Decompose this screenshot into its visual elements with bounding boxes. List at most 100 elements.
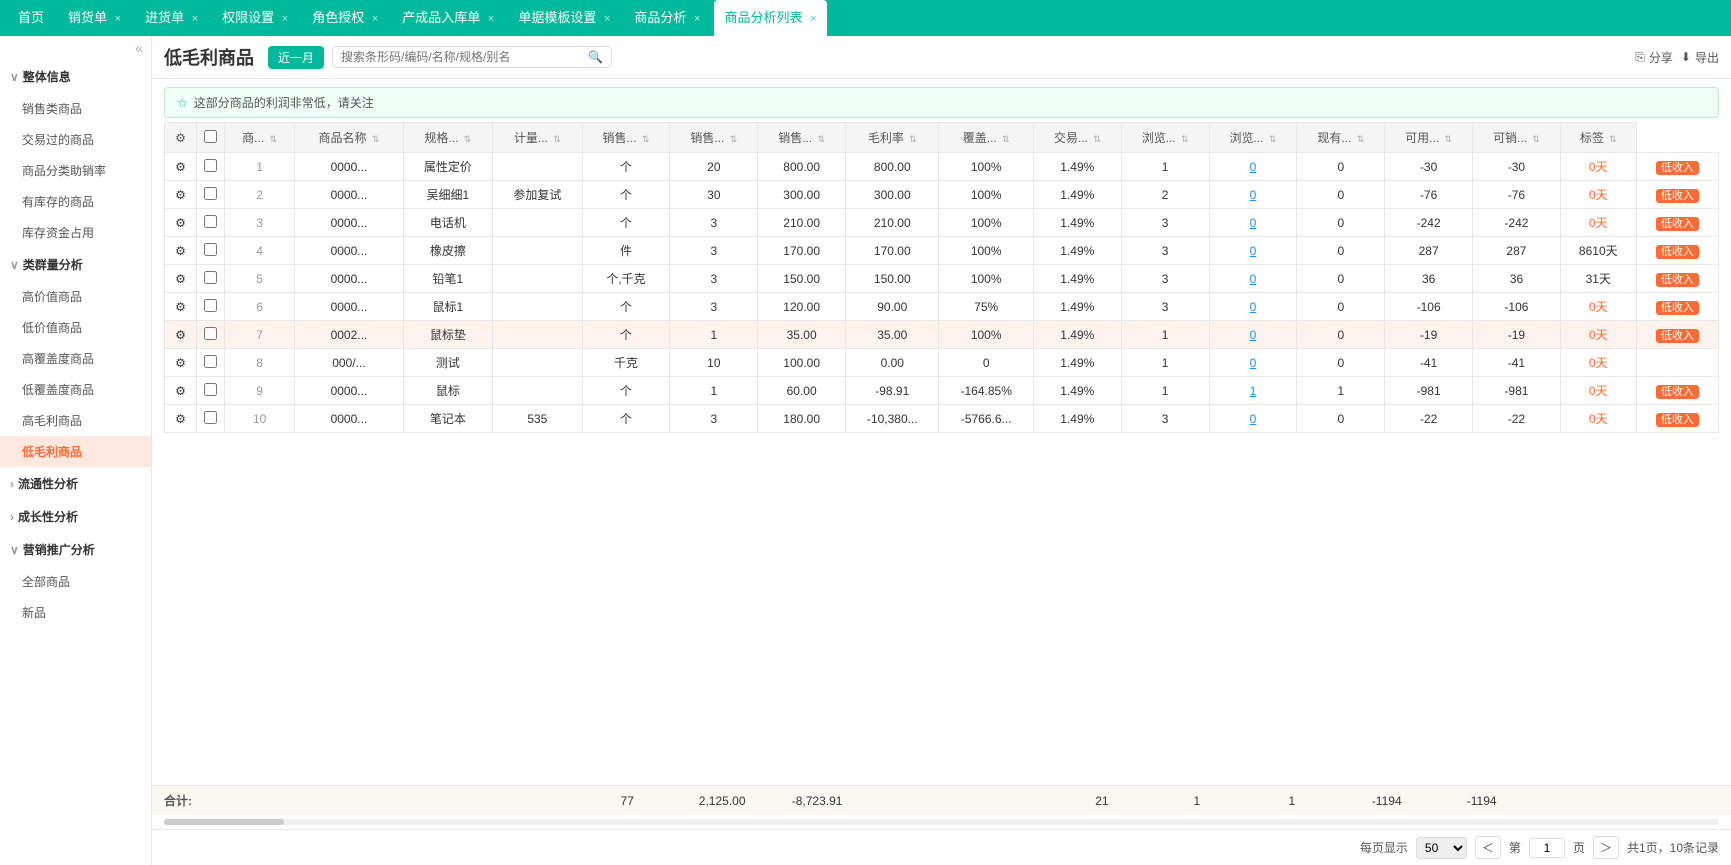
nav-product-entry[interactable]: 产成品入库单 × <box>392 0 504 36</box>
cell-browse1[interactable]: 0 <box>1209 293 1297 321</box>
col-browse1[interactable]: 浏览... ⇅ <box>1121 123 1209 153</box>
nav-sales[interactable]: 销货单 × <box>58 0 131 36</box>
cell-checkbox[interactable] <box>197 209 225 237</box>
sidebar-item-high-value[interactable]: 高价值商品 <box>0 281 151 312</box>
sidebar-item-low-margin[interactable]: 低毛利商品 <box>0 436 151 467</box>
col-sales-gross[interactable]: 销售... ⇅ <box>758 123 846 153</box>
settings-icon[interactable]: ⚙ <box>175 356 186 370</box>
cell-settings[interactable]: ⚙ <box>165 377 197 405</box>
cell-settings[interactable]: ⚙ <box>165 349 197 377</box>
horizontal-scrollbar[interactable] <box>164 819 1719 825</box>
close-icon[interactable]: × <box>604 13 610 25</box>
row-checkbox[interactable] <box>204 159 217 172</box>
close-icon[interactable]: × <box>115 13 121 25</box>
prev-page-button[interactable]: ＜ <box>1475 836 1501 859</box>
browse1-value[interactable]: 0 <box>1250 356 1257 370</box>
settings-icon[interactable]: ⚙ <box>175 216 186 230</box>
cell-browse1[interactable]: 0 <box>1209 209 1297 237</box>
cell-checkbox[interactable] <box>197 153 225 181</box>
search-input[interactable] <box>341 50 588 64</box>
sidebar-item-low-coverage[interactable]: 低覆盖度商品 <box>0 374 151 405</box>
col-trade[interactable]: 交易... ⇅ <box>1033 123 1121 153</box>
select-all-checkbox[interactable] <box>204 130 217 143</box>
date-filter-button[interactable]: 近一月 <box>268 46 324 69</box>
sidebar-item-low-value[interactable]: 低价值商品 <box>0 312 151 343</box>
per-page-select[interactable]: 50 20 100 <box>1416 837 1467 859</box>
cell-settings[interactable]: ⚙ <box>165 265 197 293</box>
browse1-value[interactable]: 0 <box>1250 160 1257 174</box>
settings-icon[interactable]: ⚙ <box>175 188 186 202</box>
cell-settings[interactable]: ⚙ <box>165 321 197 349</box>
browse1-value[interactable]: 0 <box>1250 328 1257 342</box>
sidebar-item-traded-goods[interactable]: 交易过的商品 <box>0 124 151 155</box>
row-checkbox[interactable] <box>204 243 217 256</box>
close-icon[interactable]: × <box>372 13 378 25</box>
col-browse2[interactable]: 浏览... ⇅ <box>1209 123 1297 153</box>
row-checkbox[interactable] <box>204 215 217 228</box>
cell-checkbox[interactable] <box>197 321 225 349</box>
col-sales-qty[interactable]: 销售... ⇅ <box>582 123 670 153</box>
settings-icon[interactable]: ⚙ <box>175 412 186 426</box>
col-tag[interactable]: 标签 ⇅ <box>1560 123 1636 153</box>
cell-checkbox[interactable] <box>197 237 225 265</box>
browse1-value[interactable]: 0 <box>1250 300 1257 314</box>
close-icon[interactable]: × <box>488 13 494 25</box>
search-icon[interactable]: 🔍 <box>588 50 603 64</box>
settings-icon[interactable]: ⚙ <box>175 244 186 258</box>
next-page-button[interactable]: ＞ <box>1593 836 1619 859</box>
cell-settings[interactable]: ⚙ <box>165 405 197 433</box>
cell-checkbox[interactable] <box>197 349 225 377</box>
nav-permission[interactable]: 权限设置 × <box>212 0 298 36</box>
export-button[interactable]: ⬇ 导出 <box>1681 49 1719 66</box>
cell-checkbox[interactable] <box>197 181 225 209</box>
nav-purchase[interactable]: 进货单 × <box>135 0 208 36</box>
col-current-stock[interactable]: 现有... ⇅ <box>1297 123 1385 153</box>
cell-browse1[interactable]: 0 <box>1209 181 1297 209</box>
nav-home[interactable]: 首页 <box>8 0 54 36</box>
col-settings[interactable]: ⚙ <box>165 123 197 153</box>
row-checkbox[interactable] <box>204 383 217 396</box>
cell-checkbox[interactable] <box>197 377 225 405</box>
sidebar-item-high-margin[interactable]: 高毛利商品 <box>0 405 151 436</box>
sidebar-group-growth[interactable]: › 成长性分析 <box>0 500 151 533</box>
settings-icon[interactable]: ⚙ <box>175 328 186 342</box>
sidebar-item-all-goods[interactable]: 全部商品 <box>0 566 151 597</box>
settings-icon[interactable]: ⚙ <box>175 272 186 286</box>
cell-browse1[interactable]: 0 <box>1209 265 1297 293</box>
sidebar-item-sales-goods[interactable]: 销售类商品 <box>0 93 151 124</box>
row-checkbox[interactable] <box>204 327 217 340</box>
sidebar-item-inventory-capital[interactable]: 库存资金占用 <box>0 217 151 248</box>
nav-analysis-list[interactable]: 商品分析列表 × <box>714 0 826 36</box>
col-coverage[interactable]: 覆盖... ⇅ <box>939 123 1033 153</box>
cell-settings[interactable]: ⚙ <box>165 293 197 321</box>
scrollbar-thumb[interactable] <box>164 819 284 825</box>
share-button[interactable]: ⎘ 分享 <box>1635 49 1673 66</box>
close-icon[interactable]: × <box>192 13 198 25</box>
browse1-value[interactable]: 0 <box>1250 412 1257 426</box>
cell-settings[interactable]: ⚙ <box>165 209 197 237</box>
cell-browse1[interactable]: 1 <box>1209 377 1297 405</box>
nav-role[interactable]: 角色授权 × <box>302 0 388 36</box>
cell-browse1[interactable]: 0 <box>1209 153 1297 181</box>
nav-product-analysis[interactable]: 商品分析 × <box>624 0 710 36</box>
sidebar-group-liquidity[interactable]: › 流通性分析 <box>0 467 151 500</box>
cell-settings[interactable]: ⚙ <box>165 181 197 209</box>
sidebar-item-new-goods[interactable]: 新品 <box>0 597 151 628</box>
row-checkbox[interactable] <box>204 187 217 200</box>
sidebar-collapse-button[interactable]: « <box>0 36 151 60</box>
close-icon[interactable]: × <box>694 13 700 25</box>
col-checkbox[interactable] <box>197 123 225 153</box>
col-available[interactable]: 可用... ⇅ <box>1385 123 1473 153</box>
browse1-value[interactable]: 0 <box>1250 244 1257 258</box>
browse1-value[interactable]: 0 <box>1250 272 1257 286</box>
cell-checkbox[interactable] <box>197 293 225 321</box>
cell-settings[interactable]: ⚙ <box>165 237 197 265</box>
col-unit[interactable]: 计量... ⇅ <box>493 123 582 153</box>
col-gross-rate[interactable]: 毛利率 ⇅ <box>846 123 939 153</box>
row-checkbox[interactable] <box>204 355 217 368</box>
cell-settings[interactable]: ⚙ <box>165 153 197 181</box>
browse1-value[interactable]: 0 <box>1250 188 1257 202</box>
browse1-value[interactable]: 0 <box>1250 216 1257 230</box>
cell-browse1[interactable]: 0 <box>1209 237 1297 265</box>
settings-icon[interactable]: ⚙ <box>175 160 186 174</box>
